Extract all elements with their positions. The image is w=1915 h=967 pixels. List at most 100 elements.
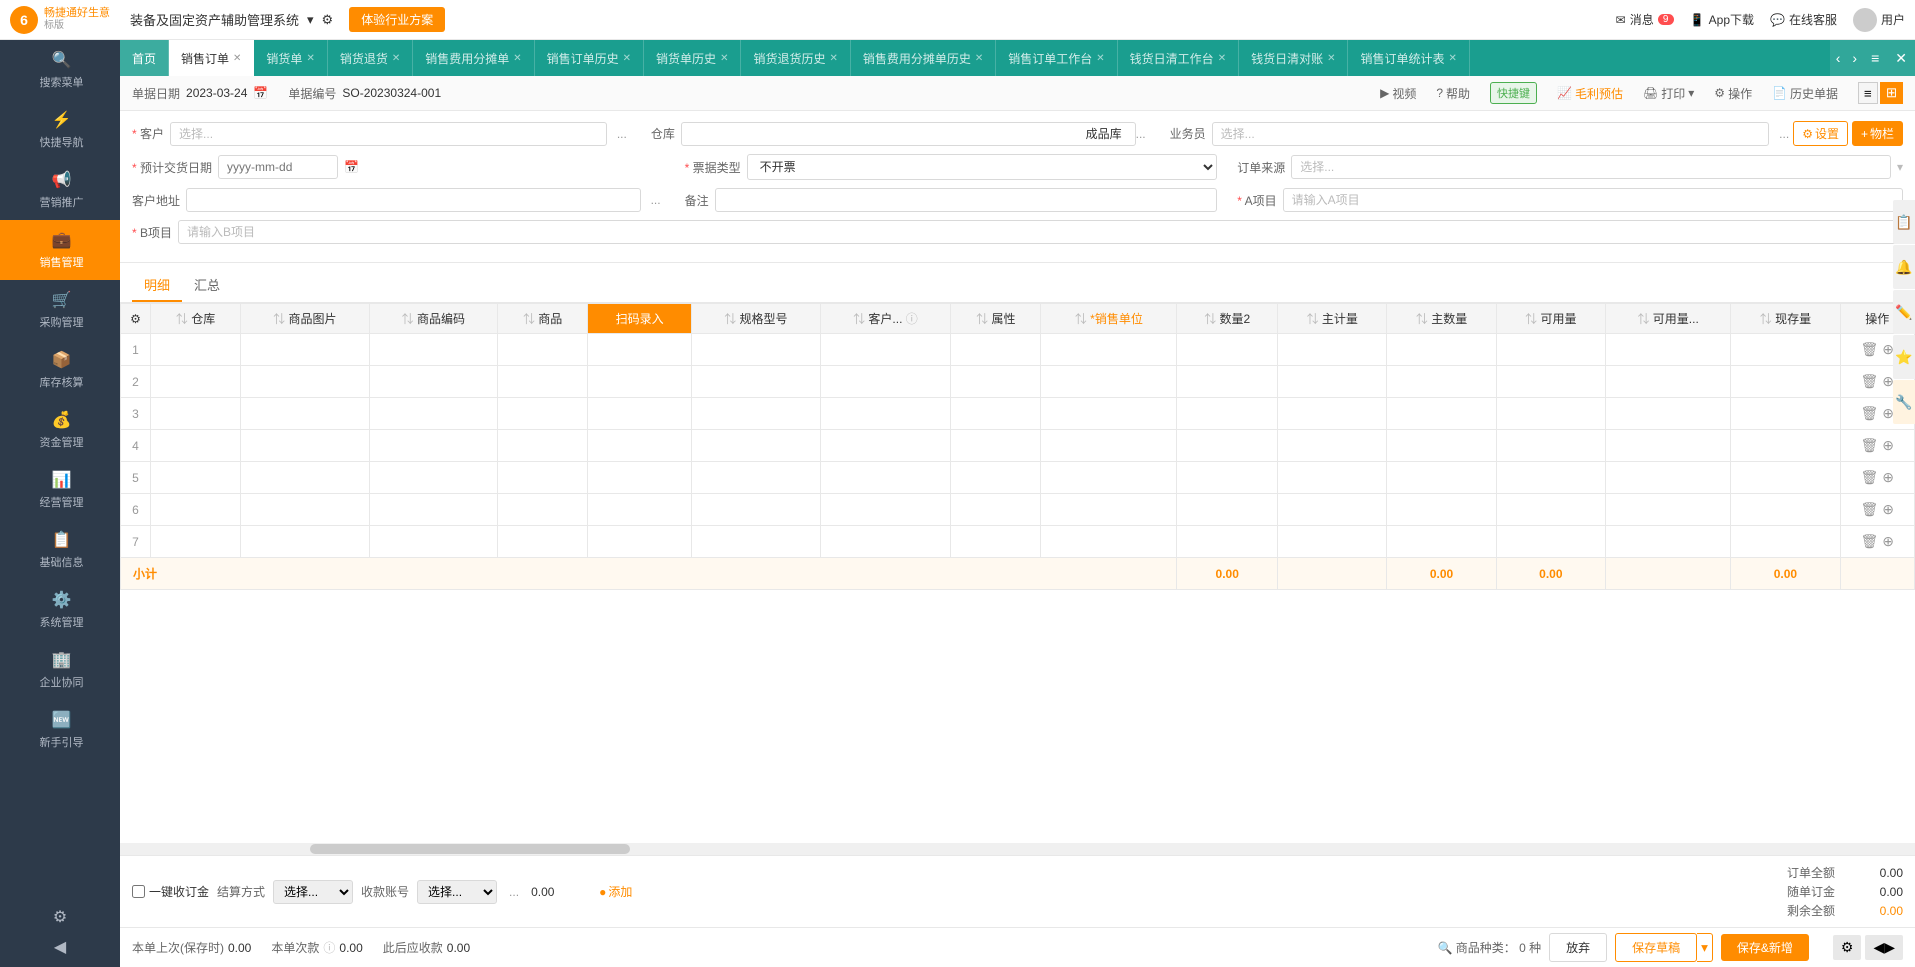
cell-sales-unit[interactable]: [1041, 398, 1177, 430]
cell-stock[interactable]: [1731, 526, 1840, 558]
delivery-cal-icon[interactable]: 📅: [344, 160, 359, 174]
cell-product[interactable]: [498, 494, 588, 526]
operation-btn[interactable]: ⚙ 操作: [1714, 85, 1752, 102]
cell-qty2[interactable]: [1177, 526, 1278, 558]
cell-stock[interactable]: [1731, 462, 1840, 494]
cell-stock[interactable]: [1731, 494, 1840, 526]
quick-checkout-input[interactable]: [132, 885, 145, 898]
cell-product-code[interactable]: [369, 526, 497, 558]
cell-main-unit[interactable]: [1278, 462, 1387, 494]
address-more-btn[interactable]: ...: [647, 193, 665, 207]
cell-product-image[interactable]: [241, 526, 369, 558]
address-input[interactable]: [186, 188, 641, 212]
a-project-input[interactable]: [1283, 188, 1903, 212]
float-icon-1[interactable]: 📋: [1893, 200, 1915, 244]
cell-main-unit[interactable]: [1278, 430, 1387, 462]
sidebar-item-purchase[interactable]: 🛒 采购管理: [0, 280, 120, 340]
sidebar-settings-icon[interactable]: ⚙: [53, 907, 67, 927]
row-delete-btn[interactable]: 🗑: [1861, 405, 1879, 422]
cell-sales-unit[interactable]: [1041, 334, 1177, 366]
discard-btn[interactable]: 放弃: [1549, 933, 1607, 962]
tab-goods-history[interactable]: 销货单历史 ✕: [644, 40, 741, 76]
settings-float-btn[interactable]: ⚙ 设置: [1793, 121, 1848, 146]
sidebar-item-system[interactable]: ⚙️ 系统管理: [0, 580, 120, 640]
row-copy-btn[interactable]: ⊕: [1882, 469, 1894, 486]
float-icon-3[interactable]: ✏️: [1893, 290, 1915, 334]
user-item[interactable]: 用户: [1853, 8, 1905, 32]
add-link[interactable]: ● 添加: [599, 883, 632, 900]
cell-spec[interactable]: [692, 366, 820, 398]
cell-main-unit[interactable]: [1278, 494, 1387, 526]
staff-input[interactable]: [1212, 122, 1770, 146]
cell-spec[interactable]: [692, 334, 820, 366]
delivery-date-input[interactable]: [218, 155, 338, 179]
cell-spec[interactable]: [692, 494, 820, 526]
row-delete-btn[interactable]: 🗑: [1861, 469, 1879, 486]
cell-customer-info[interactable]: [820, 430, 951, 462]
tab-home[interactable]: 首页: [120, 40, 169, 76]
help-btn[interactable]: ? 帮助: [1436, 85, 1470, 102]
cell-customer-info[interactable]: [820, 366, 951, 398]
cell-warehouse[interactable]: [151, 430, 241, 462]
quick-checkout-checkbox[interactable]: 一键收订金: [132, 883, 209, 900]
cell-warehouse[interactable]: [151, 526, 241, 558]
save-new-btn[interactable]: 保存&新增: [1721, 934, 1809, 961]
cell-product-code[interactable]: [369, 334, 497, 366]
staff-more-btn[interactable]: ...: [1775, 127, 1793, 141]
sidebar-item-quicknav[interactable]: ⚡ 快捷导航: [0, 100, 120, 160]
cell-main-qty[interactable]: [1387, 398, 1496, 430]
message-item[interactable]: ✉ 消息 9: [1616, 11, 1674, 28]
cell-spec[interactable]: [692, 462, 820, 494]
cell-customer-info[interactable]: [820, 494, 951, 526]
float-icon-4[interactable]: ⭐: [1893, 335, 1915, 379]
sidebar-item-guide[interactable]: 🆕 新手引导: [0, 700, 120, 760]
cell-product[interactable]: [498, 430, 588, 462]
cell-available2[interactable]: [1605, 334, 1730, 366]
cell-available[interactable]: [1496, 334, 1605, 366]
tab-goods-history-close[interactable]: ✕: [720, 53, 728, 64]
cell-customer-info[interactable]: [820, 398, 951, 430]
cell-attribute[interactable]: [951, 398, 1041, 430]
sidebar-item-operations[interactable]: 📊 经营管理: [0, 460, 120, 520]
cell-spec[interactable]: [692, 398, 820, 430]
cell-main-qty[interactable]: [1387, 366, 1496, 398]
cell-main-qty[interactable]: [1387, 526, 1496, 558]
row-delete-btn[interactable]: 🗑: [1861, 341, 1879, 358]
cell-product[interactable]: [498, 398, 588, 430]
cell-warehouse[interactable]: [151, 494, 241, 526]
save-draft-btn[interactable]: 保存草稿: [1615, 933, 1697, 962]
tab-expense-history[interactable]: 销售费用分摊单历史 ✕: [851, 40, 996, 76]
cell-qty2[interactable]: [1177, 398, 1278, 430]
cell-sales-unit[interactable]: [1041, 366, 1177, 398]
cell-warehouse[interactable]: [151, 462, 241, 494]
online-service-item[interactable]: 💬 在线客服: [1770, 11, 1837, 28]
tab-summary[interactable]: 汇总: [182, 269, 232, 302]
tab-daily-reconcile[interactable]: 钱货日清对账 ✕: [1239, 40, 1348, 76]
row-delete-btn[interactable]: 🗑: [1861, 437, 1879, 454]
scroll-area[interactable]: [120, 843, 1915, 855]
tab-daily-workbench[interactable]: 钱货日清工作台 ✕: [1118, 40, 1239, 76]
float-icon-5[interactable]: 🔧: [1893, 380, 1915, 424]
cell-qty2[interactable]: [1177, 366, 1278, 398]
cell-product[interactable]: [498, 526, 588, 558]
checkout-method-select[interactable]: 选择...: [273, 880, 353, 904]
cell-product-image[interactable]: [241, 494, 369, 526]
float-icon-2[interactable]: 🔔: [1893, 245, 1915, 289]
sidebar-item-baseinfo[interactable]: 📋 基础信息: [0, 520, 120, 580]
cell-available2[interactable]: [1605, 398, 1730, 430]
add-column-btn[interactable]: + 物栏: [1852, 121, 1903, 146]
tab-daily-workbench-close[interactable]: ✕: [1218, 53, 1226, 64]
cell-attribute[interactable]: [951, 366, 1041, 398]
cell-product[interactable]: [498, 334, 588, 366]
account-more-btn[interactable]: ...: [505, 885, 523, 899]
b-project-input[interactable]: [178, 220, 1903, 244]
cell-stock[interactable]: [1731, 334, 1840, 366]
cell-available[interactable]: [1496, 462, 1605, 494]
cell-product[interactable]: [498, 366, 588, 398]
sidebar-item-sales[interactable]: 💼 销售管理: [0, 220, 120, 280]
tab-expense-close[interactable]: ✕: [513, 53, 521, 64]
cell-customer-info[interactable]: [820, 526, 951, 558]
tab-order-history-close[interactable]: ✕: [623, 53, 631, 64]
cell-sales-unit[interactable]: [1041, 462, 1177, 494]
cell-attribute[interactable]: [951, 462, 1041, 494]
